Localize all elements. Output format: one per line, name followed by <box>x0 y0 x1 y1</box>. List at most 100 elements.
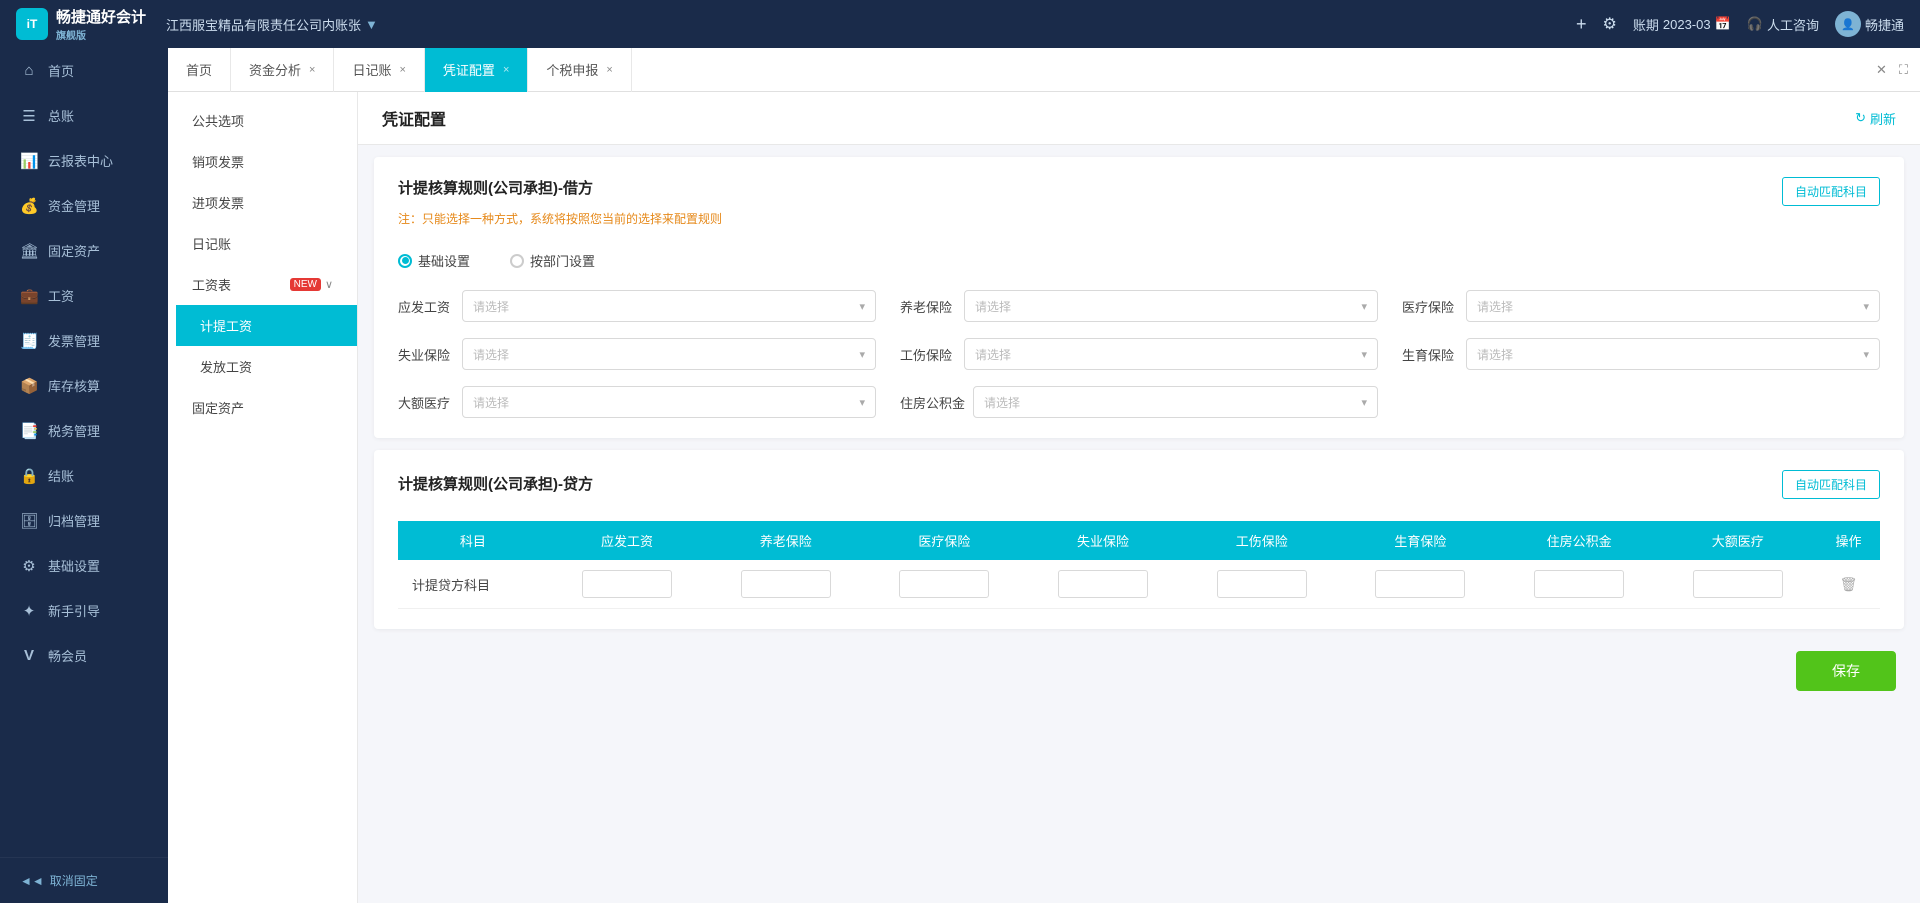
save-bar: 保存 <box>358 641 1920 701</box>
row-salary-input[interactable] <box>582 570 672 598</box>
service-button[interactable]: 🎧 人工咨询 <box>1747 15 1819 34</box>
col-action: 操作 <box>1817 521 1880 560</box>
period-selector[interactable]: 账期 2023-03 📅 <box>1633 15 1731 34</box>
close-window-icon[interactable]: ✕ <box>1876 62 1887 78</box>
large-medical-select[interactable]: 请选择 ▾ <box>462 386 876 418</box>
sidebar-item-ledger[interactable]: ☰ 总账 <box>0 93 168 138</box>
tab-tax[interactable]: 个税申报 × <box>528 48 631 92</box>
tab-tax-label: 个税申报 <box>546 60 598 79</box>
injury-placeholder: 请选择 <box>975 346 1011 363</box>
main-panel: 凭证配置 ↻ 刷新 计提核算规则(公司承担)-借方 注：只能选择一种方式，系统将… <box>358 92 1920 903</box>
cancel-fixed-button[interactable]: ◄◄ 取消固定 <box>0 857 168 903</box>
salary-select[interactable]: 请选择 ▾ <box>462 290 876 322</box>
user-menu[interactable]: 👤 畅捷通 <box>1835 11 1904 37</box>
subnav-salary-group: 工资表 NEW ∨ 计提工资 发放工资 <box>168 264 357 387</box>
subnav-sales[interactable]: 销项发票 <box>168 141 357 182</box>
closing-icon: 🔒 <box>20 467 38 485</box>
row-housing-input[interactable] <box>1534 570 1624 598</box>
radio-basic[interactable]: 基础设置 <box>398 251 470 270</box>
auto-match-credit-button[interactable]: 自动匹配科目 <box>1782 470 1880 499</box>
gear-icon[interactable]: ⚙ <box>1603 14 1617 34</box>
housing-fund-select[interactable]: 请选择 ▾ <box>973 386 1378 418</box>
chevron-icon: ∨ <box>325 278 333 291</box>
radio-group: 基础设置 按部门设置 <box>398 251 1880 270</box>
save-button[interactable]: 保存 <box>1796 651 1896 691</box>
row-medical-input-cell <box>865 560 1024 609</box>
subnav-journal[interactable]: 日记账 <box>168 223 357 264</box>
tab-tax-close[interactable]: × <box>606 64 612 76</box>
radio-dept[interactable]: 按部门设置 <box>510 251 595 270</box>
tab-journal-close[interactable]: × <box>399 64 405 76</box>
company-name: 江西服宝精品有限责任公司内账张 <box>166 15 361 34</box>
tab-voucher-close[interactable]: × <box>503 64 509 76</box>
reports-icon: 📊 <box>20 152 38 170</box>
sidebar-item-label: 基础设置 <box>48 556 100 575</box>
sidebar-item-assets[interactable]: 🏛 固定资产 <box>0 228 168 273</box>
subnav-purchase[interactable]: 进项发票 <box>168 182 357 223</box>
new-badge: NEW <box>290 278 321 291</box>
pension-select[interactable]: 请选择 ▾ <box>964 290 1378 322</box>
row-pension-input[interactable] <box>741 570 831 598</box>
col-housing: 住房公积金 <box>1500 521 1659 560</box>
credit-table: 科目 应发工资 养老保险 医疗保险 失业保险 工伤保险 生育保险 住房公积金 大… <box>398 521 1880 609</box>
credit-section-title: 计提核算规则(公司承担)-贷方 <box>398 473 593 494</box>
tab-home-label: 首页 <box>186 60 212 79</box>
sidebar-item-invoice[interactable]: 🧾 发票管理 <box>0 318 168 363</box>
refresh-label: 刷新 <box>1870 109 1896 128</box>
sidebar-item-reports[interactable]: 📊 云报表中心 <box>0 138 168 183</box>
subnav-sub: 计提工资 发放工资 <box>168 305 357 387</box>
row-maternity-input[interactable] <box>1375 570 1465 598</box>
subnav-public[interactable]: 公共选项 <box>168 100 357 141</box>
tab-home[interactable]: 首页 <box>168 48 231 92</box>
refresh-icon: ↻ <box>1855 110 1866 126</box>
subnav-accrual[interactable]: 计提工资 <box>176 305 357 346</box>
delete-row-icon[interactable]: 🗑 <box>1840 576 1858 592</box>
sidebar-item-closing[interactable]: 🔒 结账 <box>0 453 168 498</box>
large-medical-label: 大额医疗 <box>398 393 454 412</box>
injury-select[interactable]: 请选择 ▾ <box>964 338 1378 370</box>
company-selector[interactable]: 江西服宝精品有限责任公司内账张 ▼ <box>166 15 378 34</box>
form-item-injury: 工伤保险 请选择 ▾ <box>900 338 1378 370</box>
tab-journal[interactable]: 日记账 × <box>334 48 424 92</box>
row-large-medical-input[interactable] <box>1693 570 1783 598</box>
refresh-button[interactable]: ↻ 刷新 <box>1855 109 1896 128</box>
tab-voucher[interactable]: 凭证配置 × <box>425 48 528 92</box>
tab-voucher-label: 凭证配置 <box>443 60 495 79</box>
unemployment-label: 失业保险 <box>398 345 454 364</box>
sidebar-item-stock[interactable]: 📦 库存核算 <box>0 363 168 408</box>
sidebar-item-guide[interactable]: ✦ 新手引导 <box>0 588 168 633</box>
sidebar-item-settings[interactable]: ⚙ 基础设置 <box>0 543 168 588</box>
sidebar-item-tax[interactable]: 📑 税务管理 <box>0 408 168 453</box>
row-injury-input[interactable] <box>1217 570 1307 598</box>
credit-section: 计提核算规则(公司承担)-贷方 自动匹配科目 科目 应发工资 养老保险 医疗保险 <box>374 450 1904 629</box>
sidebar-item-payroll[interactable]: 💼 工资 <box>0 273 168 318</box>
form-item-maternity: 生育保险 请选择 ▾ <box>1402 338 1880 370</box>
subnav-pay[interactable]: 发放工资 <box>176 346 357 387</box>
app-name: 畅捷通好会计 <box>56 6 146 27</box>
tab-funds-close[interactable]: × <box>309 64 315 76</box>
subnav-fixed-assets[interactable]: 固定资产 <box>168 387 357 428</box>
subnav-salary-table[interactable]: 工资表 NEW ∨ <box>168 264 357 305</box>
archive-icon: 🗄 <box>20 512 38 530</box>
tab-funds-label: 资金分析 <box>249 60 301 79</box>
sidebar-item-member[interactable]: V 畅会员 <box>0 633 168 678</box>
row-medical-input[interactable] <box>899 570 989 598</box>
sidebar-item-funds[interactable]: 💰 资金管理 <box>0 183 168 228</box>
form-item-medical: 医疗保险 请选择 ▾ <box>1402 290 1880 322</box>
sidebar-item-home[interactable]: ⌂ 首页 <box>0 48 168 93</box>
row-unemployment-input[interactable] <box>1058 570 1148 598</box>
tab-funds[interactable]: 资金分析 × <box>231 48 334 92</box>
home-icon: ⌂ <box>20 62 38 79</box>
top-bar-actions: + ⚙ 账期 2023-03 📅 🎧 人工咨询 👤 畅捷通 <box>1576 11 1904 37</box>
auto-match-debit-button[interactable]: 自动匹配科目 <box>1782 177 1880 206</box>
medical-arrow: ▾ <box>1863 300 1869 313</box>
unemployment-select[interactable]: 请选择 ▾ <box>462 338 876 370</box>
maternity-select[interactable]: 请选择 ▾ <box>1466 338 1880 370</box>
large-medical-placeholder: 请选择 <box>473 394 509 411</box>
sidebar-item-label: 归档管理 <box>48 511 100 530</box>
tax-icon: 📑 <box>20 422 38 440</box>
add-button[interactable]: + <box>1576 14 1587 35</box>
medical-select[interactable]: 请选择 ▾ <box>1466 290 1880 322</box>
sidebar-item-archive[interactable]: 🗄 归档管理 <box>0 498 168 543</box>
expand-window-icon[interactable]: ⛶ <box>1899 62 1908 78</box>
